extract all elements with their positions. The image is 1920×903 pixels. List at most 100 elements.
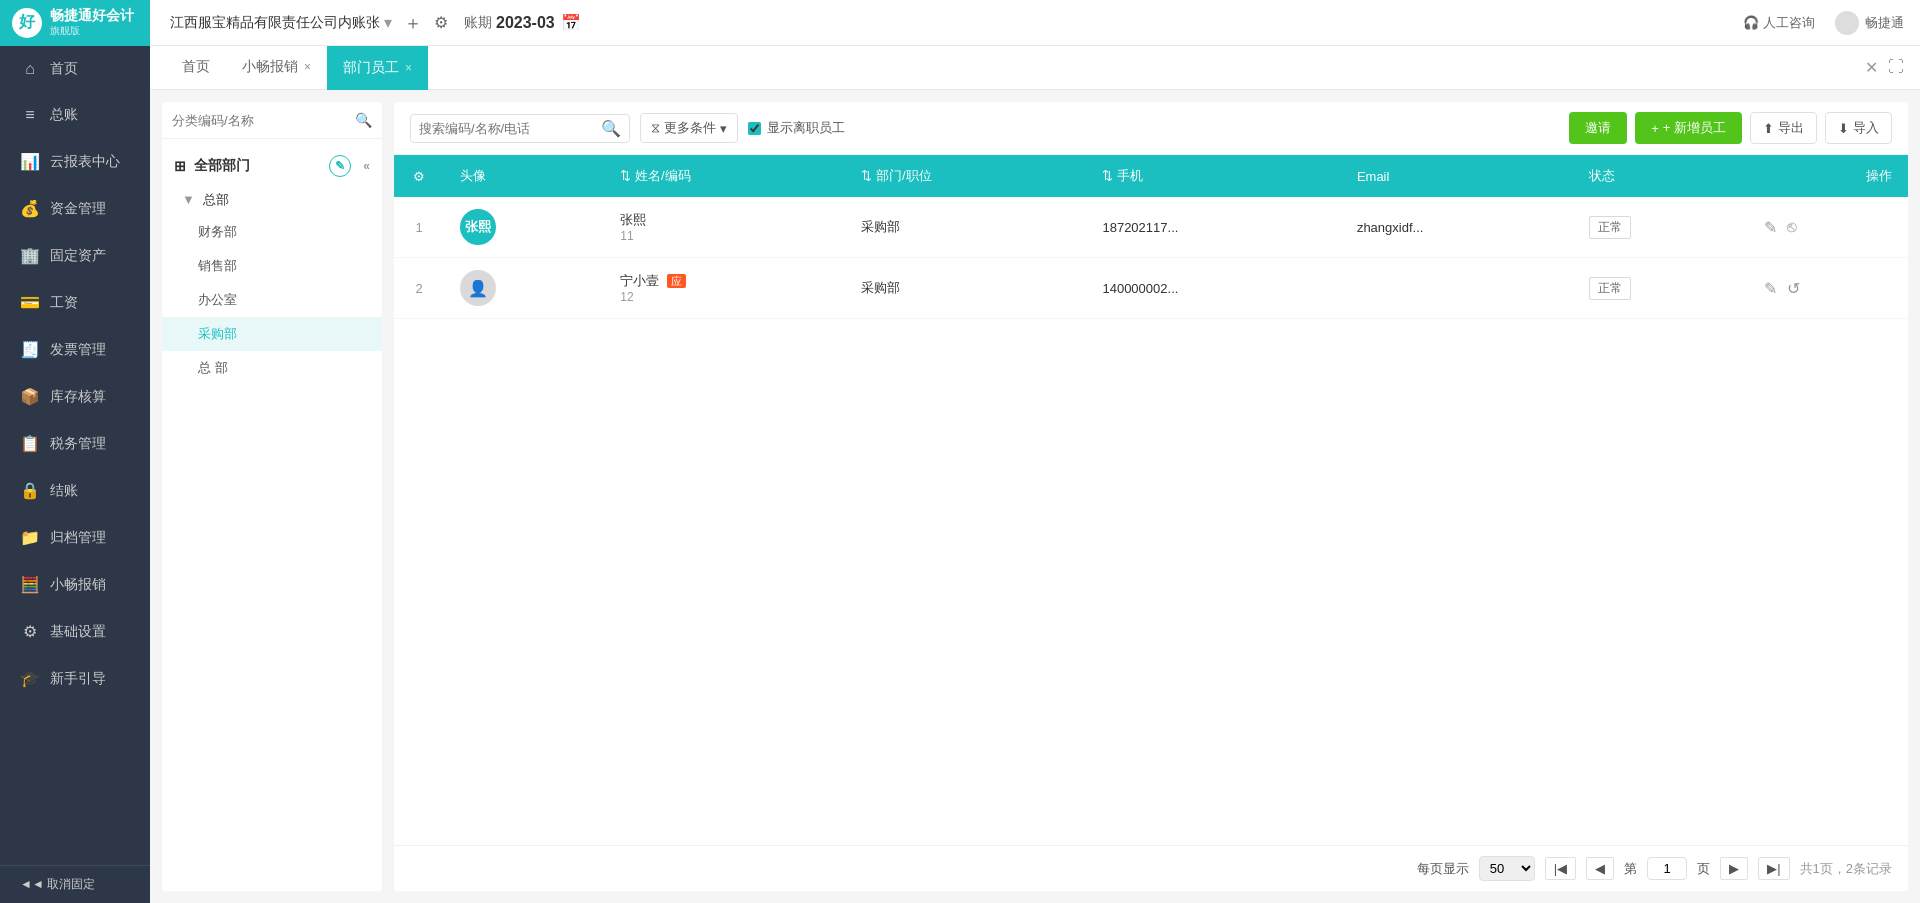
sidebar-item-label: 固定资产 — [50, 247, 106, 265]
top-header: 好 畅捷通好会计 旗舰版 江西服宝精品有限责任公司内账张 ▾ ＋ ⚙ 账期 20… — [0, 0, 1920, 46]
sidebar-item-label: 总账 — [50, 106, 78, 124]
more-filters-button[interactable]: ⧖ 更多条件 ▾ — [640, 113, 738, 143]
inventory-icon: 📦 — [20, 387, 40, 406]
grid-icon: ⊞ — [174, 158, 186, 174]
user-info[interactable]: 畅捷通 — [1835, 11, 1904, 35]
page-label: 页 — [1697, 860, 1710, 878]
per-page-select[interactable]: 50 100 200 — [1479, 856, 1535, 881]
sidebar-item-label: 资金管理 — [50, 200, 106, 218]
dropdown-icon[interactable]: ▾ — [384, 13, 392, 32]
dept-edit-button[interactable]: ✎ — [329, 155, 351, 177]
collapse-arrow: ▼ — [182, 192, 195, 207]
tab-expense-close[interactable]: × — [304, 60, 311, 74]
dept-item-hq2[interactable]: 总 部 — [162, 351, 382, 385]
header-right: 🎧 人工咨询 畅捷通 — [1743, 11, 1904, 35]
dept-search-input[interactable] — [172, 113, 349, 128]
sidebar-item-capital[interactable]: 💰 资金管理 — [0, 185, 150, 232]
resigned-checkbox-input[interactable] — [748, 122, 761, 135]
expense-icon: 🧮 — [20, 575, 40, 594]
calendar-icon[interactable]: 📅 — [561, 13, 581, 32]
company-name: 江西服宝精品有限责任公司内账张 — [170, 14, 380, 32]
import-label: 导入 — [1853, 119, 1879, 137]
emp-search-icon[interactable]: 🔍 — [601, 119, 621, 138]
dept-group-hq: ▼ 总部 — [162, 185, 382, 215]
prev-page-button[interactable]: ◀ — [1586, 857, 1614, 880]
dept-search-icon[interactable]: 🔍 — [355, 112, 372, 128]
service-button[interactable]: 🎧 人工咨询 — [1743, 14, 1815, 32]
logout-button-1[interactable]: ⎋ — [1787, 218, 1797, 236]
dept-item-sales[interactable]: 销售部 — [162, 249, 382, 283]
sidebar-item-inventory[interactable]: 📦 库存核算 — [0, 373, 150, 420]
sidebar-item-archive[interactable]: 📁 归档管理 — [0, 514, 150, 561]
tab-dept-close[interactable]: × — [405, 61, 412, 75]
settings-icon[interactable]: ⚙ — [434, 13, 448, 32]
table-header-actions: 操作 — [1748, 155, 1908, 197]
sidebar-item-tax[interactable]: 📋 税务管理 — [0, 420, 150, 467]
sidebar-item-reports[interactable]: 📊 云报表中心 — [0, 138, 150, 185]
dept-item-finance[interactable]: 财务部 — [162, 215, 382, 249]
logo-area: 好 畅捷通好会计 旗舰版 — [0, 0, 150, 46]
dept-item-office[interactable]: 办公室 — [162, 283, 382, 317]
expand-button[interactable]: ⛶ — [1888, 58, 1904, 77]
export-button[interactable]: ⬆ 导出 — [1750, 112, 1817, 144]
dept-item-purchase[interactable]: 采购部 — [162, 317, 382, 351]
sidebar-item-invoice[interactable]: 🧾 发票管理 — [0, 326, 150, 373]
row-actions-1: ✎ ⎋ — [1748, 197, 1908, 258]
row-num-2: 2 — [394, 258, 444, 319]
emp-search-input[interactable] — [419, 121, 595, 136]
sidebar-item-home[interactable]: ⌂ 首页 — [0, 46, 150, 92]
assets-icon: 🏢 — [20, 246, 40, 265]
edit-button-1[interactable]: ✎ — [1764, 218, 1777, 237]
dept-collapse-button[interactable]: « — [363, 159, 370, 173]
table-header-row: ⚙ 头像 ⇅ 姓名/编码 ⇅ 部门/职位 ⇅ 手机 — [394, 155, 1908, 197]
sidebar-item-settings[interactable]: ⚙ 基础设置 — [0, 608, 150, 655]
emp-toolbar-right: 邀请 + + 新增员工 ⬆ 导出 ⬇ 导入 — [1569, 112, 1892, 144]
row-name-2: 宁小壹 应 12 — [604, 258, 845, 319]
table-header-status: 状态 — [1573, 155, 1747, 197]
first-page-button[interactable]: |◀ — [1545, 857, 1576, 880]
import-button[interactable]: ⬇ 导入 — [1825, 112, 1892, 144]
table-row: 2 👤 宁小壹 应 12 — [394, 258, 1908, 319]
emp-toolbar: 🔍 ⧖ 更多条件 ▾ 显示离职员工 邀请 + — [394, 102, 1908, 155]
tab-home[interactable]: 首页 — [166, 46, 226, 90]
sidebar: ⌂ 首页 ≡ 总账 📊 云报表中心 💰 资金管理 🏢 固定资产 💳 工资 🧾 发… — [0, 46, 150, 903]
add-emp-label: + 新增员工 — [1663, 119, 1726, 137]
unpin-button[interactable]: ◄◄ 取消固定 — [0, 865, 150, 903]
next-page-button[interactable]: ▶ — [1720, 857, 1748, 880]
dept-group-label: 总部 — [203, 192, 229, 207]
tab-expense[interactable]: 小畅报销 × — [226, 46, 327, 90]
page-input[interactable] — [1647, 857, 1687, 880]
add-emp-button[interactable]: + + 新增员工 — [1635, 112, 1742, 144]
edit-button-2[interactable]: ✎ — [1764, 279, 1777, 298]
sidebar-item-assets[interactable]: 🏢 固定资产 — [0, 232, 150, 279]
unpin-label: ◄◄ 取消固定 — [20, 876, 95, 893]
sidebar-item-ledger[interactable]: ≡ 总账 — [0, 92, 150, 138]
table-row: 1 张熙 张熙 11 采购部 187202117... — [394, 197, 1908, 258]
sidebar-item-label: 税务管理 — [50, 435, 106, 453]
dept-tree: ⊞ 全部部门 ✎ « ▼ 总部 财务部 销售部 办公室 采购部 总 部 — [162, 139, 382, 891]
last-page-button[interactable]: ▶| — [1758, 857, 1789, 880]
ledger-icon: ≡ — [20, 106, 40, 124]
sidebar-item-label: 新手引导 — [50, 670, 106, 688]
archive-icon: 📁 — [20, 528, 40, 547]
close-window-button[interactable]: ✕ — [1865, 58, 1878, 77]
content-area: 首页 小畅报销 × 部门员工 × ✕ ⛶ 🔍 — [150, 46, 1920, 903]
sidebar-item-expense[interactable]: 🧮 小畅报销 — [0, 561, 150, 608]
table-header-name[interactable]: ⇅ 姓名/编码 — [604, 155, 845, 197]
table-header-phone[interactable]: ⇅ 手机 — [1086, 155, 1340, 197]
tab-home-label: 首页 — [182, 58, 210, 76]
sidebar-item-guide[interactable]: 🎓 新手引导 — [0, 655, 150, 702]
table-settings-th[interactable]: ⚙ — [394, 155, 444, 197]
sidebar-item-closing[interactable]: 🔒 结账 — [0, 467, 150, 514]
more-filters-label: 更多条件 — [664, 119, 716, 137]
sidebar-item-salary[interactable]: 💳 工资 — [0, 279, 150, 326]
show-resigned-checkbox[interactable]: 显示离职员工 — [748, 119, 845, 137]
row-actions-2: ✎ ↺ — [1748, 258, 1908, 319]
refresh-button-2[interactable]: ↺ — [1787, 279, 1800, 298]
dept-all-button[interactable]: ⊞ 全部部门 ✎ « — [162, 147, 382, 185]
plus-icon: + — [1651, 121, 1659, 136]
add-tab-button[interactable]: ＋ — [404, 11, 422, 35]
invite-button[interactable]: 邀请 — [1569, 112, 1627, 144]
tab-dept[interactable]: 部门员工 × — [327, 46, 428, 90]
table-header-dept[interactable]: ⇅ 部门/职位 — [845, 155, 1086, 197]
